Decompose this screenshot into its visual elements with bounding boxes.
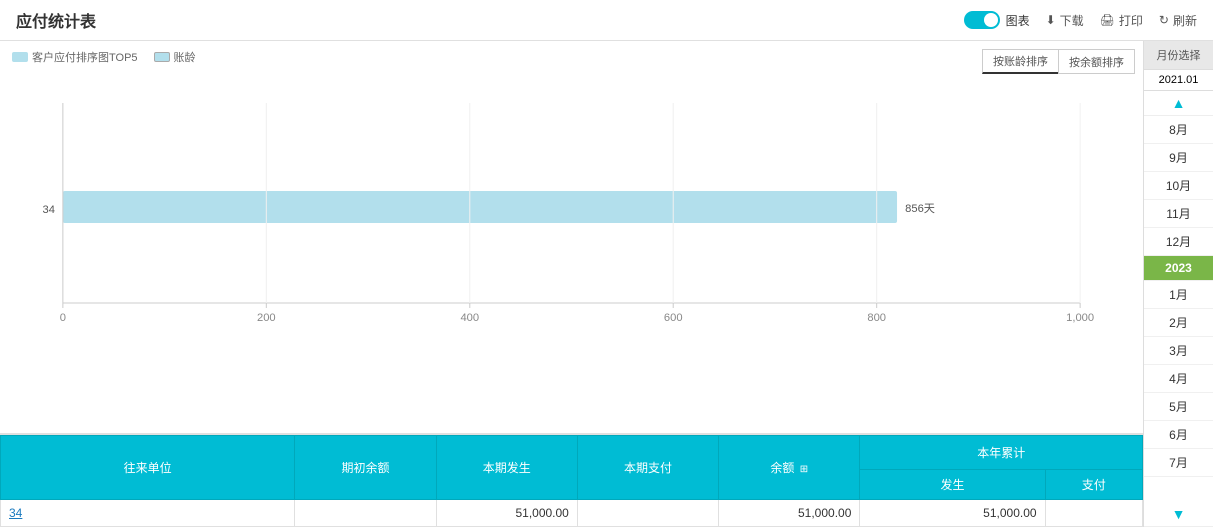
- balance-icon: ⊞: [800, 464, 808, 475]
- legend-label-1: 客户应付排序图TOP5: [32, 49, 138, 65]
- table-row: 34 51,000.00 51,000.00 51,000.00: [1, 500, 1143, 527]
- svg-text:200: 200: [257, 312, 276, 324]
- main-panel: 客户应付排序图TOP5 账龄 按账龄排序 按余额排序 34: [0, 41, 1143, 527]
- data-table: 往来单位 期初余额 本期发生 本期支付 余额 ⊞ 本年累计: [0, 435, 1143, 527]
- chart-legend: 客户应付排序图TOP5 账龄: [12, 49, 1131, 65]
- download-icon: ⬇: [1046, 13, 1056, 27]
- month-item-12[interactable]: 12月: [1144, 228, 1213, 256]
- sort-by-balance-button[interactable]: 按账龄排序: [982, 49, 1058, 74]
- content-area: 客户应付排序图TOP5 账龄 按账龄排序 按余额排序 34: [0, 41, 1213, 527]
- unit-link[interactable]: 34: [9, 506, 22, 520]
- cell-unit: 34: [1, 500, 295, 527]
- svg-text:856天: 856天: [905, 203, 935, 215]
- col-ytd-pay: 支付: [1045, 470, 1142, 500]
- col-ytd-occur: 发生: [860, 470, 1045, 500]
- legend-item-2: 账龄: [154, 49, 196, 65]
- month-item-2[interactable]: 2月: [1144, 309, 1213, 337]
- svg-text:400: 400: [460, 312, 479, 324]
- col-current-occur: 本期发生: [436, 436, 577, 500]
- svg-text:0: 0: [60, 312, 66, 324]
- cell-current-occur: 51,000.00: [436, 500, 577, 527]
- month-list: 8月 9月 10月 11月 12月 2023 1月 2月 3月 4月 5月 6月…: [1144, 116, 1213, 502]
- month-item-11[interactable]: 11月: [1144, 200, 1213, 228]
- legend-color-1: [12, 52, 28, 62]
- month-item-10[interactable]: 10月: [1144, 172, 1213, 200]
- svg-text:600: 600: [664, 312, 683, 324]
- header-actions: 图表 ⬇ 下载 🖨 打印 ↻ 刷新: [964, 11, 1197, 29]
- month-item-3[interactable]: 3月: [1144, 337, 1213, 365]
- sidebar-header: 月份选择: [1144, 41, 1213, 70]
- table-section: 往来单位 期初余额 本期发生 本期支付 余额 ⊞ 本年累计: [0, 435, 1143, 527]
- svg-text:800: 800: [867, 312, 886, 324]
- month-item-9[interactable]: 9月: [1144, 144, 1213, 172]
- month-item-6[interactable]: 6月: [1144, 421, 1213, 449]
- table-body: 34 51,000.00 51,000.00 51,000.00: [1, 500, 1143, 527]
- cell-balance: 51,000.00: [719, 500, 860, 527]
- chart-svg: 34 856天 0 200 400: [12, 73, 1131, 343]
- svg-text:34: 34: [43, 204, 55, 216]
- col-incoming: 往来单位: [1, 436, 295, 500]
- print-button[interactable]: 🖨 打印: [1100, 12, 1143, 29]
- col-current-pay: 本期支付: [577, 436, 718, 500]
- cell-ytd-pay: [1045, 500, 1142, 527]
- chart-toggle-wrap: 图表: [964, 11, 1030, 29]
- month-item-8[interactable]: 8月: [1144, 116, 1213, 144]
- chart-toggle[interactable]: [964, 11, 1000, 29]
- chart-toggle-label: 图表: [1006, 12, 1030, 29]
- scroll-down-button[interactable]: ▼: [1144, 502, 1213, 527]
- sort-by-amount-button[interactable]: 按余额排序: [1058, 49, 1135, 74]
- app-header: 应付统计表 图表 ⬇ 下载 🖨 打印 ↻ 刷新: [0, 0, 1213, 41]
- col-ytd: 本年累计: [860, 436, 1143, 470]
- legend-label-2: 账龄: [174, 49, 196, 65]
- col-balance: 余额 ⊞: [719, 436, 860, 500]
- col-opening: 期初余额: [295, 436, 436, 500]
- cell-ytd-occur: 51,000.00: [860, 500, 1045, 527]
- refresh-icon: ↻: [1159, 13, 1169, 27]
- month-item-4[interactable]: 4月: [1144, 365, 1213, 393]
- svg-text:1,000: 1,000: [1066, 312, 1094, 324]
- legend-color-2: [154, 52, 170, 62]
- month-item-1[interactable]: 1月: [1144, 281, 1213, 309]
- sort-buttons: 按账龄排序 按余额排序: [982, 49, 1135, 74]
- download-button[interactable]: ⬇ 下载: [1046, 12, 1084, 29]
- table-wrap: 往来单位 期初余额 本期发生 本期支付 余额 ⊞ 本年累计: [0, 435, 1143, 527]
- cell-opening: [295, 500, 436, 527]
- print-icon: 🖨: [1100, 13, 1115, 27]
- refresh-button[interactable]: ↻ 刷新: [1159, 12, 1197, 29]
- year-input[interactable]: [1144, 70, 1213, 91]
- month-item-5[interactable]: 5月: [1144, 393, 1213, 421]
- chart-section: 客户应付排序图TOP5 账龄 按账龄排序 按余额排序 34: [0, 41, 1143, 435]
- right-sidebar: 月份选择 ▲ 8月 9月 10月 11月 12月 2023 1月 2月 3月 4…: [1143, 41, 1213, 527]
- month-item-7[interactable]: 7月: [1144, 449, 1213, 477]
- scroll-up-button[interactable]: ▲: [1144, 91, 1213, 116]
- chart-area: 34 856天 0 200 400: [12, 73, 1131, 343]
- month-item-year-2023[interactable]: 2023: [1144, 256, 1213, 281]
- page-title: 应付统计表: [16, 8, 96, 32]
- cell-current-pay: [577, 500, 718, 527]
- legend-item-1: 客户应付排序图TOP5: [12, 49, 138, 65]
